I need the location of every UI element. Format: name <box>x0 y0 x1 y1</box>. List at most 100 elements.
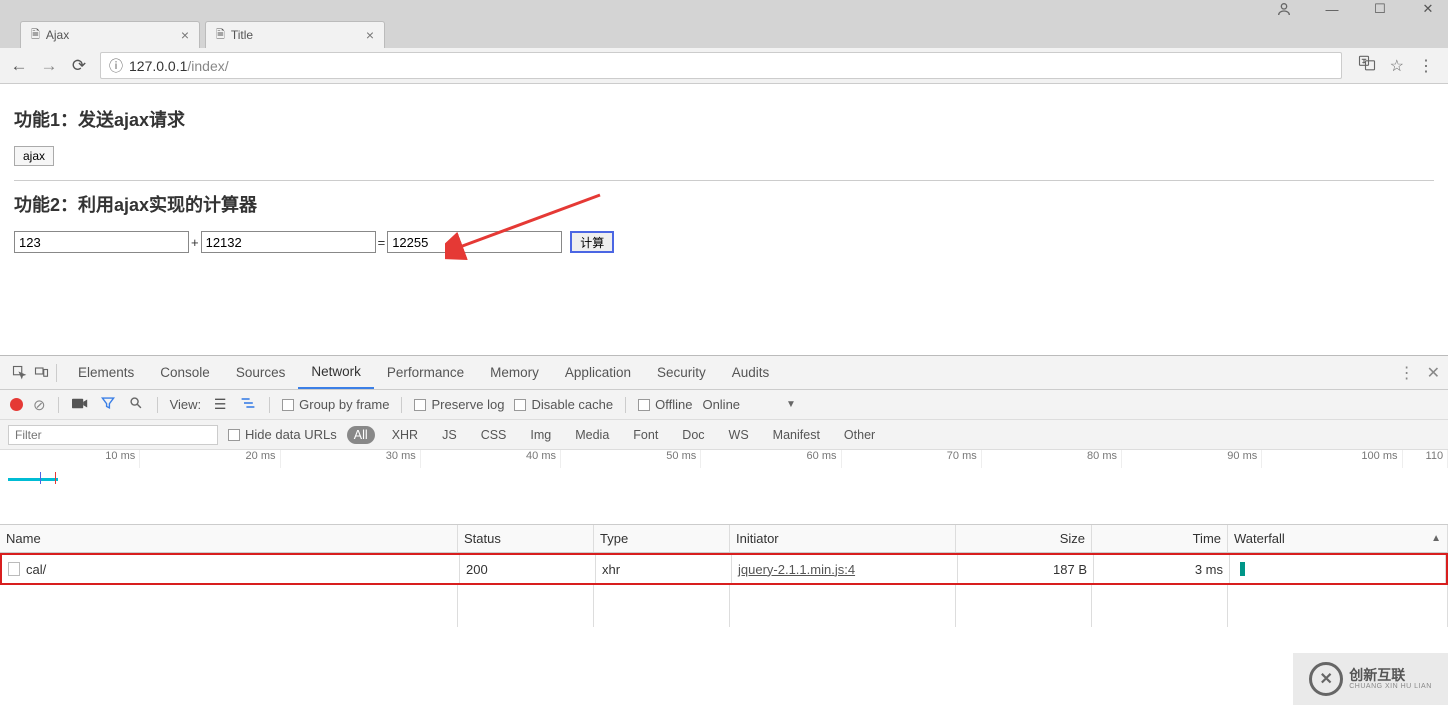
devtools-menu-icon[interactable]: ⋮ <box>1399 363 1415 383</box>
col-status[interactable]: Status <box>458 525 594 552</box>
filter-type-all[interactable]: All <box>347 426 375 444</box>
tab-audits[interactable]: Audits <box>719 357 783 388</box>
group-by-frame-checkbox[interactable]: Group by frame <box>282 397 389 412</box>
minimize-icon[interactable]: — <box>1318 0 1346 18</box>
menu-icon[interactable]: ⋮ <box>1418 56 1434 76</box>
tick: 40 ms <box>421 450 561 468</box>
user-icon[interactable] <box>1270 0 1298 18</box>
tab-0[interactable]: 🗎 Ajax × <box>20 21 200 48</box>
operand-2-input[interactable] <box>201 231 376 253</box>
col-name[interactable]: Name <box>0 525 458 552</box>
tick: 60 ms <box>701 450 841 468</box>
close-tab-icon[interactable]: × <box>366 27 374 43</box>
info-icon: ⓘ <box>109 56 123 76</box>
close-tab-icon[interactable]: × <box>181 27 189 43</box>
forward-icon[interactable]: → <box>40 56 58 76</box>
disable-cache-checkbox[interactable]: Disable cache <box>514 397 613 412</box>
filter-type-img[interactable]: Img <box>523 426 558 444</box>
timeline-overview[interactable]: 10 ms 20 ms 30 ms 40 ms 50 ms 60 ms 70 m… <box>0 450 1448 525</box>
filter-type-doc[interactable]: Doc <box>675 426 711 444</box>
tick: 50 ms <box>561 450 701 468</box>
filter-type-css[interactable]: CSS <box>474 426 514 444</box>
col-initiator[interactable]: Initiator <box>730 525 956 552</box>
filter-type-other[interactable]: Other <box>837 426 882 444</box>
tab-label: Ajax <box>46 28 69 42</box>
offline-checkbox[interactable]: Offline <box>638 397 692 412</box>
back-icon[interactable]: ← <box>10 56 28 76</box>
tick: 110 <box>1403 450 1448 468</box>
watermark-logo: ✕ 创新互联 CHUANG XIN HU LIAN <box>1293 653 1448 705</box>
network-request-row[interactable]: cal/ 200 xhr jquery-2.1.1.min.js:4 187 B… <box>2 555 1446 583</box>
large-view-icon[interactable]: ☰ <box>211 396 229 413</box>
filter-type-font[interactable]: Font <box>626 426 665 444</box>
equals-label: = <box>378 235 386 250</box>
tab-network[interactable]: Network <box>298 356 374 389</box>
preserve-log-checkbox[interactable]: Preserve log <box>414 397 504 412</box>
operand-1-input[interactable] <box>14 231 189 253</box>
tab-sources[interactable]: Sources <box>223 357 299 388</box>
resource-icon <box>8 562 20 576</box>
translate-icon[interactable] <box>1358 54 1376 77</box>
waterfall-view-icon[interactable] <box>239 396 257 413</box>
camera-icon[interactable] <box>71 397 89 413</box>
tab-performance[interactable]: Performance <box>374 357 477 388</box>
devtools-close-icon[interactable]: ✕ <box>1427 363 1440 383</box>
close-window-icon[interactable]: ✕ <box>1414 0 1442 18</box>
hide-data-urls-checkbox[interactable]: Hide data URLs <box>228 427 337 442</box>
maximize-icon[interactable]: ☐ <box>1366 0 1394 18</box>
plus-label: + <box>191 235 199 250</box>
url-input[interactable]: ⓘ 127.0.0.1/index/ <box>100 52 1342 79</box>
throttle-select[interactable]: Online <box>702 397 740 412</box>
record-icon[interactable] <box>10 398 23 411</box>
device-icon[interactable] <box>30 365 52 380</box>
inspect-icon[interactable] <box>8 365 30 380</box>
bookmark-star-icon[interactable]: ☆ <box>1390 56 1404 76</box>
filter-type-xhr[interactable]: XHR <box>385 426 425 444</box>
filter-type-media[interactable]: Media <box>568 426 616 444</box>
col-type[interactable]: Type <box>594 525 730 552</box>
separator <box>14 180 1434 181</box>
file-icon: 🗎 <box>31 26 40 45</box>
url-path: /index/ <box>187 58 228 74</box>
ajax-button[interactable]: ajax <box>14 146 54 166</box>
window-top-bar: — ☐ ✕ <box>0 0 1448 18</box>
tab-application[interactable]: Application <box>552 357 644 388</box>
filter-icon[interactable] <box>99 396 117 413</box>
tab-1[interactable]: 🗎 Title × <box>205 21 385 48</box>
search-icon[interactable] <box>127 396 145 413</box>
tab-label: Title <box>231 28 253 42</box>
col-time[interactable]: Time <box>1092 525 1228 552</box>
view-label: View: <box>170 397 202 412</box>
tab-elements[interactable]: Elements <box>65 357 147 388</box>
tick: 80 ms <box>982 450 1122 468</box>
clear-icon[interactable]: ⊘ <box>33 396 46 414</box>
logo-icon: ✕ <box>1309 662 1343 696</box>
filter-type-ws[interactable]: WS <box>722 426 756 444</box>
tab-security[interactable]: Security <box>644 357 719 388</box>
page-content: 功能1：发送ajax请求 ajax 功能2：利用ajax实现的计算器 + = 计… <box>0 84 1448 265</box>
url-host: 127.0.0.1 <box>129 58 187 74</box>
tab-console[interactable]: Console <box>147 357 223 388</box>
tick: 30 ms <box>281 450 421 468</box>
request-type: xhr <box>596 555 732 583</box>
address-bar: ← → ⟳ ⓘ 127.0.0.1/index/ ☆ ⋮ <box>0 48 1448 84</box>
calculate-button[interactable]: 计算 <box>570 231 614 253</box>
request-time: 3 ms <box>1094 555 1230 583</box>
empty-rows <box>0 585 1448 627</box>
col-size[interactable]: Size <box>956 525 1092 552</box>
chevron-down-icon: ▼ <box>786 399 796 410</box>
request-size: 187 B <box>958 555 1094 583</box>
col-waterfall[interactable]: Waterfall▲ <box>1228 525 1448 552</box>
result-input[interactable] <box>387 231 562 253</box>
waterfall-bar <box>1240 562 1245 576</box>
logo-text: 创新互联 <box>1349 668 1432 683</box>
filter-type-manifest[interactable]: Manifest <box>766 426 827 444</box>
request-name: cal/ <box>26 562 46 577</box>
reload-icon[interactable]: ⟳ <box>70 56 88 76</box>
tab-memory[interactable]: Memory <box>477 357 552 388</box>
tab-strip: 🗎 Ajax × 🗎 Title × <box>0 18 1448 48</box>
devtools-panel: Elements Console Sources Network Perform… <box>0 355 1448 705</box>
request-initiator[interactable]: jquery-2.1.1.min.js:4 <box>738 562 855 577</box>
filter-type-js[interactable]: JS <box>435 426 464 444</box>
filter-input[interactable] <box>8 425 218 445</box>
